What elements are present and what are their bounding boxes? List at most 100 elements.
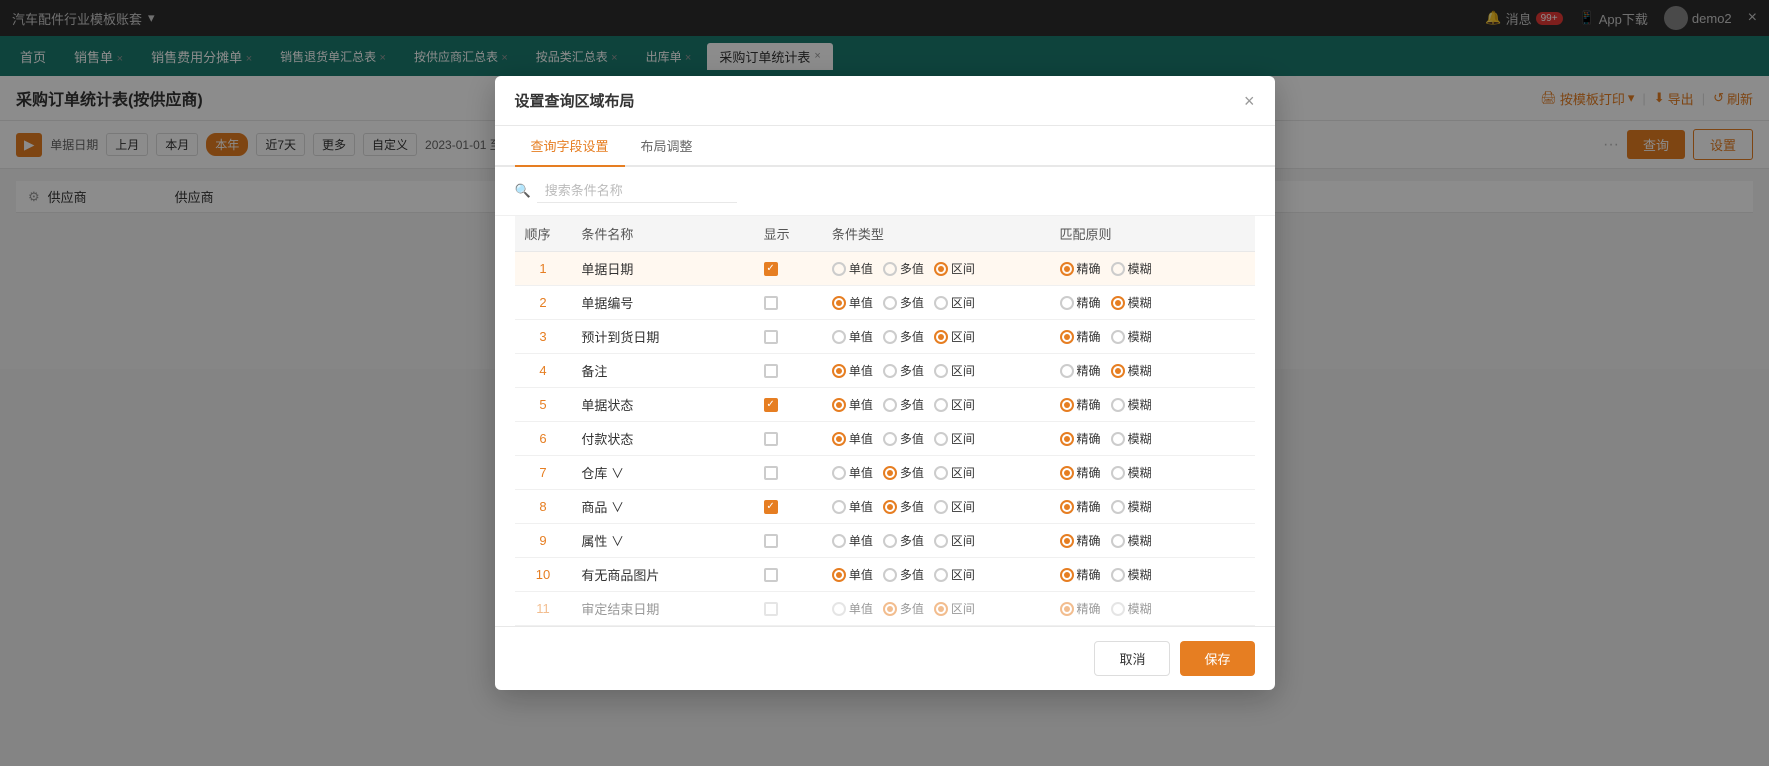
radio-fuzzy[interactable]: 模糊 <box>1111 498 1152 515</box>
show-cell[interactable] <box>754 558 822 592</box>
type-cell: 单值 多值 区间 <box>822 422 1050 456</box>
modal-close-btn[interactable]: × <box>1244 92 1255 110</box>
radio-range[interactable]: 区间 <box>934 464 975 481</box>
radio-range[interactable]: 区间 <box>934 396 975 413</box>
show-cell[interactable] <box>754 320 822 354</box>
radio-single[interactable]: 单值 <box>832 328 873 345</box>
radio-single[interactable]: 单值 <box>832 362 873 379</box>
tab-layout[interactable]: 布局调整 <box>625 126 709 167</box>
radio-range[interactable]: 区间 <box>934 328 975 345</box>
tab-query-fields[interactable]: 查询字段设置 <box>515 126 625 167</box>
radio-fuzzy[interactable]: 模糊 <box>1111 532 1152 549</box>
radio-multi[interactable]: 多值 <box>883 294 924 311</box>
cancel-button[interactable]: 取消 <box>1094 641 1170 676</box>
match-cell: 精确 模糊 <box>1050 592 1255 626</box>
radio-multi[interactable]: 多值 <box>883 362 924 379</box>
match-radio-group: 精确 模糊 <box>1060 294 1245 311</box>
match-radio-group: 精确 模糊 <box>1060 464 1245 481</box>
save-button[interactable]: 保存 <box>1180 641 1254 676</box>
radio-fuzzy[interactable]: 模糊 <box>1111 328 1152 345</box>
radio-exact[interactable]: 精确 <box>1060 430 1101 447</box>
radio-multi[interactable]: 多值 <box>883 396 924 413</box>
type-radio-group: 单值 多值 区间 <box>832 260 1040 277</box>
radio-single[interactable]: 单值 <box>832 396 873 413</box>
show-cell[interactable] <box>754 592 822 626</box>
radio-single[interactable]: 单值 <box>832 600 873 617</box>
order-cell: 1 <box>515 252 572 286</box>
radio-exact[interactable]: 精确 <box>1060 532 1101 549</box>
radio-exact[interactable]: 精确 <box>1060 328 1101 345</box>
type-cell: 单值 多值 区间 <box>822 490 1050 524</box>
radio-fuzzy[interactable]: 模糊 <box>1111 566 1152 583</box>
radio-range[interactable]: 区间 <box>934 600 975 617</box>
show-checkbox[interactable] <box>764 602 778 616</box>
th-match: 匹配原则 <box>1050 216 1255 252</box>
radio-range[interactable]: 区间 <box>934 294 975 311</box>
radio-exact[interactable]: 精确 <box>1060 294 1101 311</box>
show-cell[interactable] <box>754 422 822 456</box>
show-cell[interactable] <box>754 456 822 490</box>
show-checkbox[interactable]: ✓ <box>764 500 778 514</box>
radio-multi[interactable]: 多值 <box>883 328 924 345</box>
radio-multi[interactable]: 多值 <box>883 600 924 617</box>
show-cell[interactable]: ✓ <box>754 388 822 422</box>
radio-multi[interactable]: 多值 <box>883 464 924 481</box>
radio-range[interactable]: 区间 <box>934 430 975 447</box>
show-checkbox[interactable] <box>764 296 778 310</box>
radio-exact[interactable]: 精确 <box>1060 600 1101 617</box>
type-cell: 单值 多值 区间 <box>822 388 1050 422</box>
order-cell: 2 <box>515 286 572 320</box>
radio-single[interactable]: 单值 <box>832 464 873 481</box>
show-checkbox[interactable] <box>764 432 778 446</box>
show-cell[interactable] <box>754 354 822 388</box>
radio-single[interactable]: 单值 <box>832 566 873 583</box>
type-cell: 单值 多值 区间 <box>822 252 1050 286</box>
radio-fuzzy[interactable]: 模糊 <box>1111 294 1152 311</box>
show-checkbox[interactable]: ✓ <box>764 262 778 276</box>
type-radio-group: 单值 多值 区间 <box>832 294 1040 311</box>
match-cell: 精确 模糊 <box>1050 286 1255 320</box>
type-cell: 单值 多值 区间 <box>822 320 1050 354</box>
radio-multi[interactable]: 多值 <box>883 430 924 447</box>
radio-exact[interactable]: 精确 <box>1060 396 1101 413</box>
radio-single[interactable]: 单值 <box>832 260 873 277</box>
radio-exact[interactable]: 精确 <box>1060 260 1101 277</box>
radio-range[interactable]: 区间 <box>934 566 975 583</box>
radio-range[interactable]: 区间 <box>934 532 975 549</box>
radio-multi[interactable]: 多值 <box>883 498 924 515</box>
radio-multi[interactable]: 多值 <box>883 260 924 277</box>
modal-title: 设置查询区域布局 <box>515 90 635 111</box>
show-checkbox[interactable] <box>764 364 778 378</box>
show-cell[interactable]: ✓ <box>754 490 822 524</box>
radio-range[interactable]: 区间 <box>934 260 975 277</box>
radio-fuzzy[interactable]: 模糊 <box>1111 260 1152 277</box>
condition-search-input[interactable] <box>537 179 737 203</box>
radio-multi[interactable]: 多值 <box>883 532 924 549</box>
radio-fuzzy[interactable]: 模糊 <box>1111 430 1152 447</box>
radio-fuzzy[interactable]: 模糊 <box>1111 362 1152 379</box>
radio-range[interactable]: 区间 <box>934 362 975 379</box>
show-checkbox[interactable] <box>764 466 778 480</box>
radio-exact[interactable]: 精确 <box>1060 566 1101 583</box>
radio-fuzzy[interactable]: 模糊 <box>1111 464 1152 481</box>
radio-multi[interactable]: 多值 <box>883 566 924 583</box>
radio-fuzzy[interactable]: 模糊 <box>1111 600 1152 617</box>
show-cell[interactable] <box>754 524 822 558</box>
show-checkbox[interactable] <box>764 330 778 344</box>
radio-exact[interactable]: 精确 <box>1060 464 1101 481</box>
show-checkbox[interactable] <box>764 534 778 548</box>
radio-single[interactable]: 单值 <box>832 430 873 447</box>
match-cell: 精确 模糊 <box>1050 524 1255 558</box>
radio-single[interactable]: 单值 <box>832 294 873 311</box>
radio-exact[interactable]: 精确 <box>1060 362 1101 379</box>
radio-range[interactable]: 区间 <box>934 498 975 515</box>
radio-fuzzy[interactable]: 模糊 <box>1111 396 1152 413</box>
radio-exact[interactable]: 精确 <box>1060 498 1101 515</box>
match-radio-group: 精确 模糊 <box>1060 430 1245 447</box>
radio-single[interactable]: 单值 <box>832 532 873 549</box>
show-cell[interactable]: ✓ <box>754 252 822 286</box>
show-cell[interactable] <box>754 286 822 320</box>
show-checkbox[interactable]: ✓ <box>764 398 778 412</box>
radio-single[interactable]: 单值 <box>832 498 873 515</box>
show-checkbox[interactable] <box>764 568 778 582</box>
